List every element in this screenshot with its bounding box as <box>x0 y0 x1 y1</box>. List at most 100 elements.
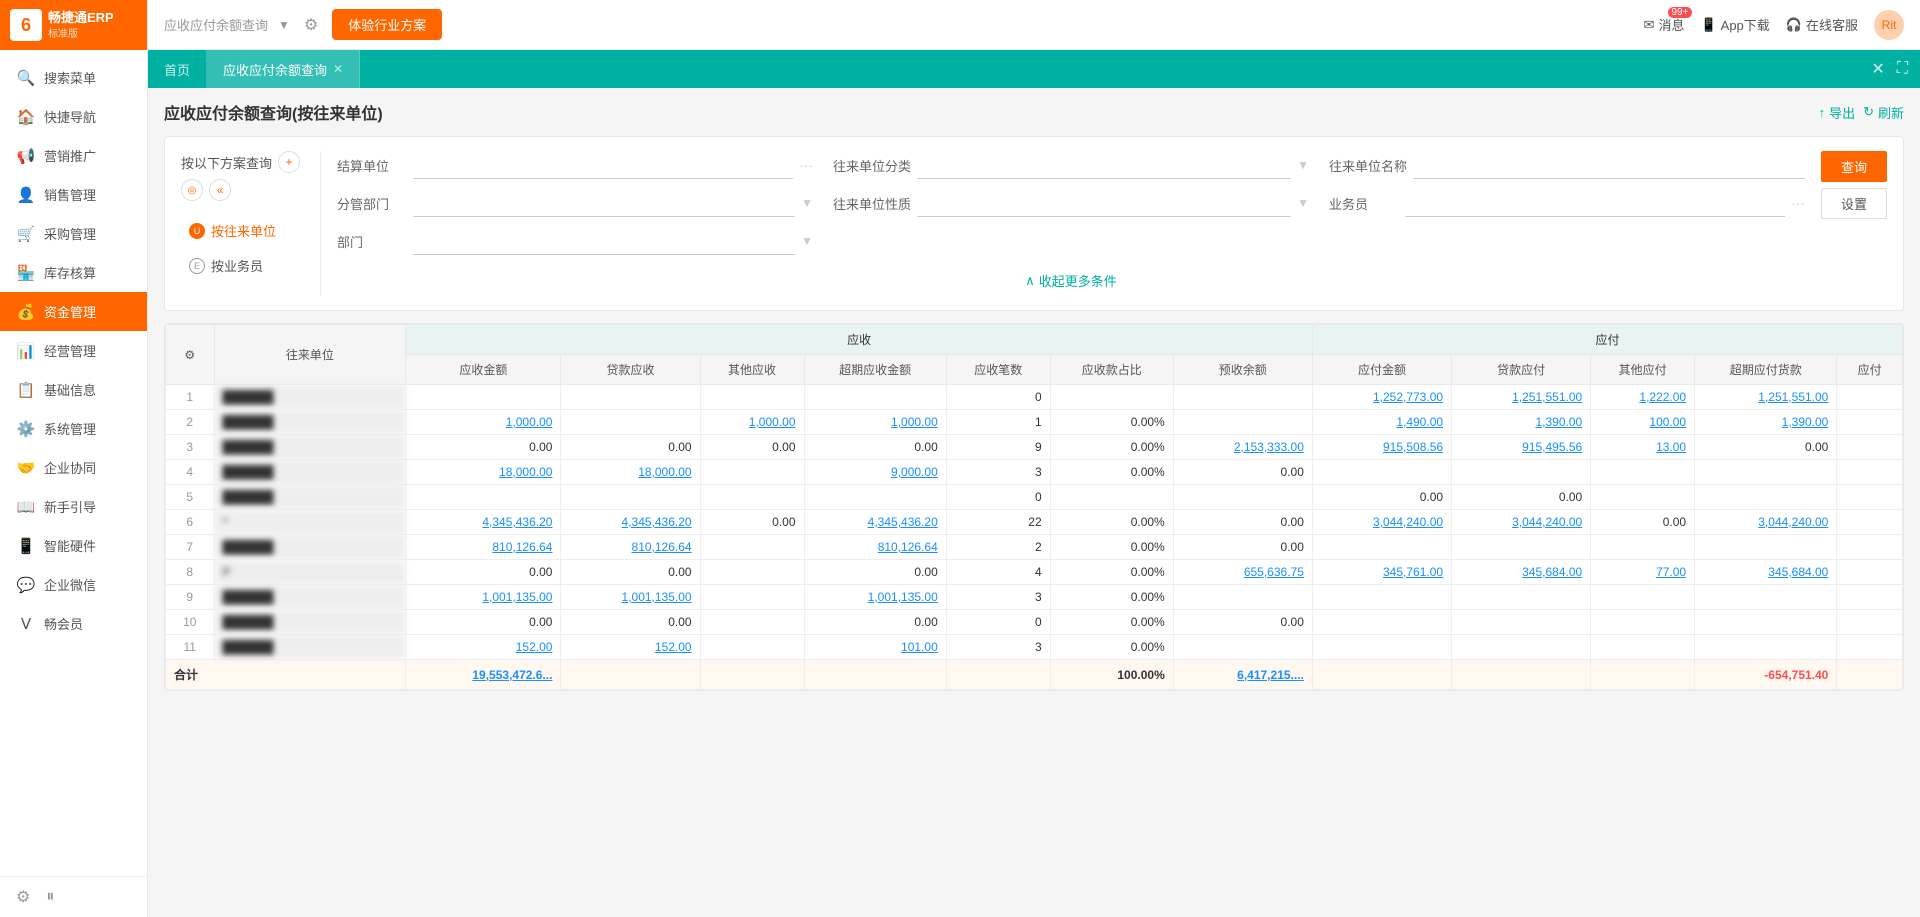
online-service-btn[interactable]: 🎧 在线客服 <box>1786 15 1858 34</box>
cell-ar_overdue[interactable]: 810,126.64 <box>804 535 946 560</box>
breadcrumb-dropdown-icon[interactable]: ▼ <box>278 18 290 32</box>
filter-input-unitname[interactable] <box>1413 151 1805 179</box>
cell-ap_overdue[interactable]: 1,390.00 <box>1695 410 1837 435</box>
cell-ap_loan[interactable]: 1,390.00 <box>1452 410 1591 435</box>
cell-ar_prepay[interactable]: 655,636.75 <box>1173 560 1312 585</box>
sidebar-item-system[interactable]: ⚙️ 系统管理 <box>0 409 147 448</box>
message-btn[interactable]: ✉ 消息 99+ <box>1644 15 1685 34</box>
cell-no: 1 <box>166 385 215 410</box>
cell-ar_loan[interactable]: 152.00 <box>561 635 700 660</box>
cell-ar_amount[interactable]: 1,000.00 <box>406 410 561 435</box>
footer-ar-amount[interactable]: 19,553,472.6... <box>406 660 561 690</box>
cell-ar_amount[interactable]: 18,000.00 <box>406 460 561 485</box>
cell-ap_loan[interactable]: 915,495.56 <box>1452 435 1591 460</box>
tab-close-icon[interactable]: ✕ <box>333 62 343 76</box>
cell-ap_loan[interactable]: 3,044,240.00 <box>1452 510 1591 535</box>
filter-nav-by-employee[interactable]: E 按业务员 <box>181 248 312 283</box>
cell-ar_prepay: 0.00 <box>1173 460 1312 485</box>
query-btn[interactable]: 查询 <box>1821 151 1887 182</box>
filter-nature-chevron[interactable]: ▼ <box>1297 196 1309 210</box>
sidebar-item-purchase[interactable]: 🛒 采购管理 <box>0 214 147 253</box>
col-settings[interactable]: ⚙ <box>166 325 215 385</box>
cell-ap_amount[interactable]: 1,252,773.00 <box>1312 385 1451 410</box>
sidebar-item-member[interactable]: Ⅴ 畅会员 <box>0 604 147 643</box>
sidebar-collapse-icon[interactable]: ⏸ <box>46 888 54 906</box>
filter-select-nature[interactable] <box>917 189 1291 217</box>
tab-fullscreen-icon[interactable]: ⛶ <box>1897 60 1908 78</box>
cell-ap_other[interactable]: 100.00 <box>1591 410 1695 435</box>
cell-ap_overdue[interactable]: 1,251,551.00 <box>1695 385 1837 410</box>
cell-ap_amount[interactable]: 3,044,240.00 <box>1312 510 1451 535</box>
cell-ar_overdue[interactable]: 4,345,436.20 <box>804 510 946 535</box>
user-avatar[interactable]: Rit <box>1874 10 1904 40</box>
footer-ar-prepay[interactable]: 6,417,215.... <box>1173 660 1312 690</box>
app-download-btn[interactable]: 📱 App下载 <box>1700 15 1769 34</box>
cell-ar_amount[interactable]: 1,001,135.00 <box>406 585 561 610</box>
tab-minimize-icon[interactable]: ✕ <box>1871 59 1884 79</box>
cell-ar_overdue[interactable]: 9,000.00 <box>804 460 946 485</box>
filter-input-salesman[interactable] <box>1405 189 1785 217</box>
cell-ap_amount[interactable]: 1,490.00 <box>1312 410 1451 435</box>
filter-target-btn[interactable]: ◎ <box>181 179 203 201</box>
cell-ar_overdue[interactable]: 1,000.00 <box>804 410 946 435</box>
cell-ap_amount[interactable]: 345,761.00 <box>1312 560 1451 585</box>
tab-home[interactable]: 首页 <box>148 50 207 88</box>
cell-ar_count: 3 <box>946 635 1050 660</box>
cell-ap_loan[interactable]: 345,684.00 <box>1452 560 1591 585</box>
cell-ar_loan[interactable]: 18,000.00 <box>561 460 700 485</box>
sidebar-item-finance[interactable]: 💰 资金管理 <box>0 292 147 331</box>
sidebar-item-search[interactable]: 🔍 搜索菜单 <box>0 58 147 97</box>
filter-add-btn[interactable]: + <box>278 151 300 173</box>
filter-nav-by-unit[interactable]: U 按往来单位 <box>181 213 312 248</box>
solution-btn[interactable]: 体验行业方案 <box>332 9 442 40</box>
cell-ar_loan[interactable]: 4,345,436.20 <box>561 510 700 535</box>
filter-settlement-dots[interactable]: ··· <box>799 157 813 173</box>
cell-ar_loan[interactable]: 810,126.64 <box>561 535 700 560</box>
sidebar-item-quicknav[interactable]: 🏠 快捷导航 <box>0 97 147 136</box>
sidebar-item-sales[interactable]: 👤 销售管理 <box>0 175 147 214</box>
topbar-gear-icon[interactable]: ⚙ <box>304 15 318 35</box>
sidebar-item-marketing[interactable]: 📢 营销推广 <box>0 136 147 175</box>
export-icon: ↑ <box>1819 105 1826 120</box>
filter-dept2-chevron[interactable]: ▼ <box>801 234 813 248</box>
sidebar-item-basic[interactable]: 📋 基础信息 <box>0 370 147 409</box>
cell-ap_amount[interactable]: 915,508.56 <box>1312 435 1451 460</box>
cell-ar_loan <box>561 410 700 435</box>
sidebar-item-wechat[interactable]: 💬 企业微信 <box>0 565 147 604</box>
cell-ap_col <box>1837 560 1903 585</box>
cell-ap_overdue[interactable]: 3,044,240.00 <box>1695 510 1837 535</box>
cell-ar_loan[interactable]: 1,001,135.00 <box>561 585 700 610</box>
tab-arbalance[interactable]: 应收应付余额查询 ✕ <box>207 50 360 88</box>
cell-ar_amount[interactable]: 152.00 <box>406 635 561 660</box>
table-settings-icon[interactable]: ⚙ <box>184 348 195 362</box>
cell-ap_other[interactable]: 13.00 <box>1591 435 1695 460</box>
settings-btn[interactable]: 设置 <box>1821 188 1887 219</box>
refresh-btn[interactable]: ↻ 刷新 <box>1863 103 1904 122</box>
cell-ap_overdue[interactable]: 345,684.00 <box>1695 560 1837 585</box>
cell-ar_overdue[interactable]: 101.00 <box>804 635 946 660</box>
sidebar-item-guide[interactable]: 📖 新手引导 <box>0 487 147 526</box>
filter-category-chevron[interactable]: ▼ <box>1297 158 1309 172</box>
filter-select-dept[interactable] <box>413 189 795 217</box>
filter-input-settlement[interactable] <box>413 151 793 179</box>
sidebar-item-collab[interactable]: 🤝 企业协同 <box>0 448 147 487</box>
cell-ar_amount[interactable]: 810,126.64 <box>406 535 561 560</box>
cell-ar_prepay[interactable]: 2,153,333.00 <box>1173 435 1312 460</box>
cell-ap_other[interactable]: 77.00 <box>1591 560 1695 585</box>
cell-ar_other[interactable]: 1,000.00 <box>700 410 804 435</box>
sidebar-item-management[interactable]: 📊 经营管理 <box>0 331 147 370</box>
cell-ap_other[interactable]: 1,222.00 <box>1591 385 1695 410</box>
filter-select-category[interactable] <box>917 151 1291 179</box>
filter-collapse-left-btn[interactable]: « <box>209 179 231 201</box>
collapse-more-btn[interactable]: ∧ 收起更多条件 <box>337 265 1805 296</box>
sidebar-item-hardware[interactable]: 📱 智能硬件 <box>0 526 147 565</box>
filter-select-dept2[interactable] <box>413 227 795 255</box>
filter-dept-chevron[interactable]: ▼ <box>801 196 813 210</box>
sidebar-item-inventory[interactable]: 🏪 库存核算 <box>0 253 147 292</box>
export-btn[interactable]: ↑ 导出 <box>1819 103 1856 122</box>
cell-ap_loan[interactable]: 1,251,551.00 <box>1452 385 1591 410</box>
filter-salesman-dots[interactable]: ··· <box>1791 195 1805 211</box>
cell-ar_amount[interactable]: 4,345,436.20 <box>406 510 561 535</box>
sidebar-settings-icon[interactable]: ⚙ <box>16 887 30 907</box>
cell-ar_overdue[interactable]: 1,001,135.00 <box>804 585 946 610</box>
